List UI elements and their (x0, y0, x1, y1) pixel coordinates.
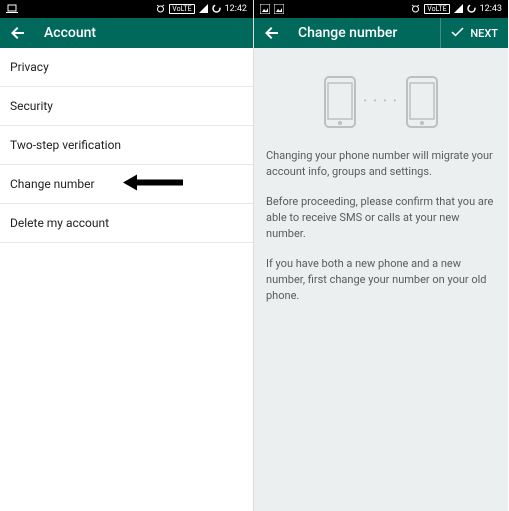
loading-icon (467, 4, 476, 13)
alarm-icon (156, 4, 165, 13)
list-item-privacy[interactable]: Privacy (0, 48, 253, 87)
loading-icon (212, 4, 221, 13)
app-bar: Change number NEXT (254, 18, 508, 48)
status-bar: VoLTE 12:42 (0, 0, 253, 18)
signal-icon (199, 4, 208, 13)
pointer-arrow-icon (123, 174, 183, 195)
change-number-screen: VoLTE 12:43 Change number NEXT (254, 0, 508, 511)
status-bar: VoLTE 12:43 (254, 0, 508, 18)
info-paragraph: If you have both a new phone and a new n… (266, 256, 496, 304)
page-title: Change number (298, 25, 397, 41)
status-time: 12:43 (480, 4, 502, 14)
settings-list: Privacy Security Two-step verification C… (0, 48, 253, 243)
phone-icon (406, 76, 438, 128)
check-icon (451, 25, 464, 41)
laptop-icon (6, 4, 18, 14)
app-bar: Account (0, 18, 253, 48)
phone-transfer-illustration: • • • • (266, 76, 496, 128)
image-icon (274, 4, 284, 14)
signal-icon (454, 4, 463, 13)
list-item-two-step[interactable]: Two-step verification (0, 126, 253, 165)
list-item-security[interactable]: Security (0, 87, 253, 126)
alarm-icon (411, 4, 420, 13)
page-title: Account (44, 25, 96, 41)
list-item-change-number[interactable]: Change number (0, 165, 253, 204)
volte-badge: VoLTE (169, 4, 194, 14)
next-label: NEXT (470, 27, 498, 40)
phone-icon (324, 76, 356, 128)
info-paragraph: Before proceeding, please confirm that y… (266, 194, 496, 242)
info-paragraph: Changing your phone number will migrate … (266, 148, 496, 180)
back-arrow-icon[interactable] (10, 25, 26, 41)
content-area: • • • • Changing your phone number will … (254, 48, 508, 336)
back-arrow-icon[interactable] (264, 25, 280, 41)
next-button[interactable]: NEXT (440, 18, 498, 48)
status-time: 12:42 (225, 4, 247, 14)
list-item-delete-account[interactable]: Delete my account (0, 204, 253, 243)
volte-badge: VoLTE (424, 4, 449, 14)
image-icon (260, 4, 270, 14)
account-screen: VoLTE 12:42 Account Privacy Security Two… (0, 0, 254, 511)
dots-icon: • • • • (364, 95, 399, 110)
